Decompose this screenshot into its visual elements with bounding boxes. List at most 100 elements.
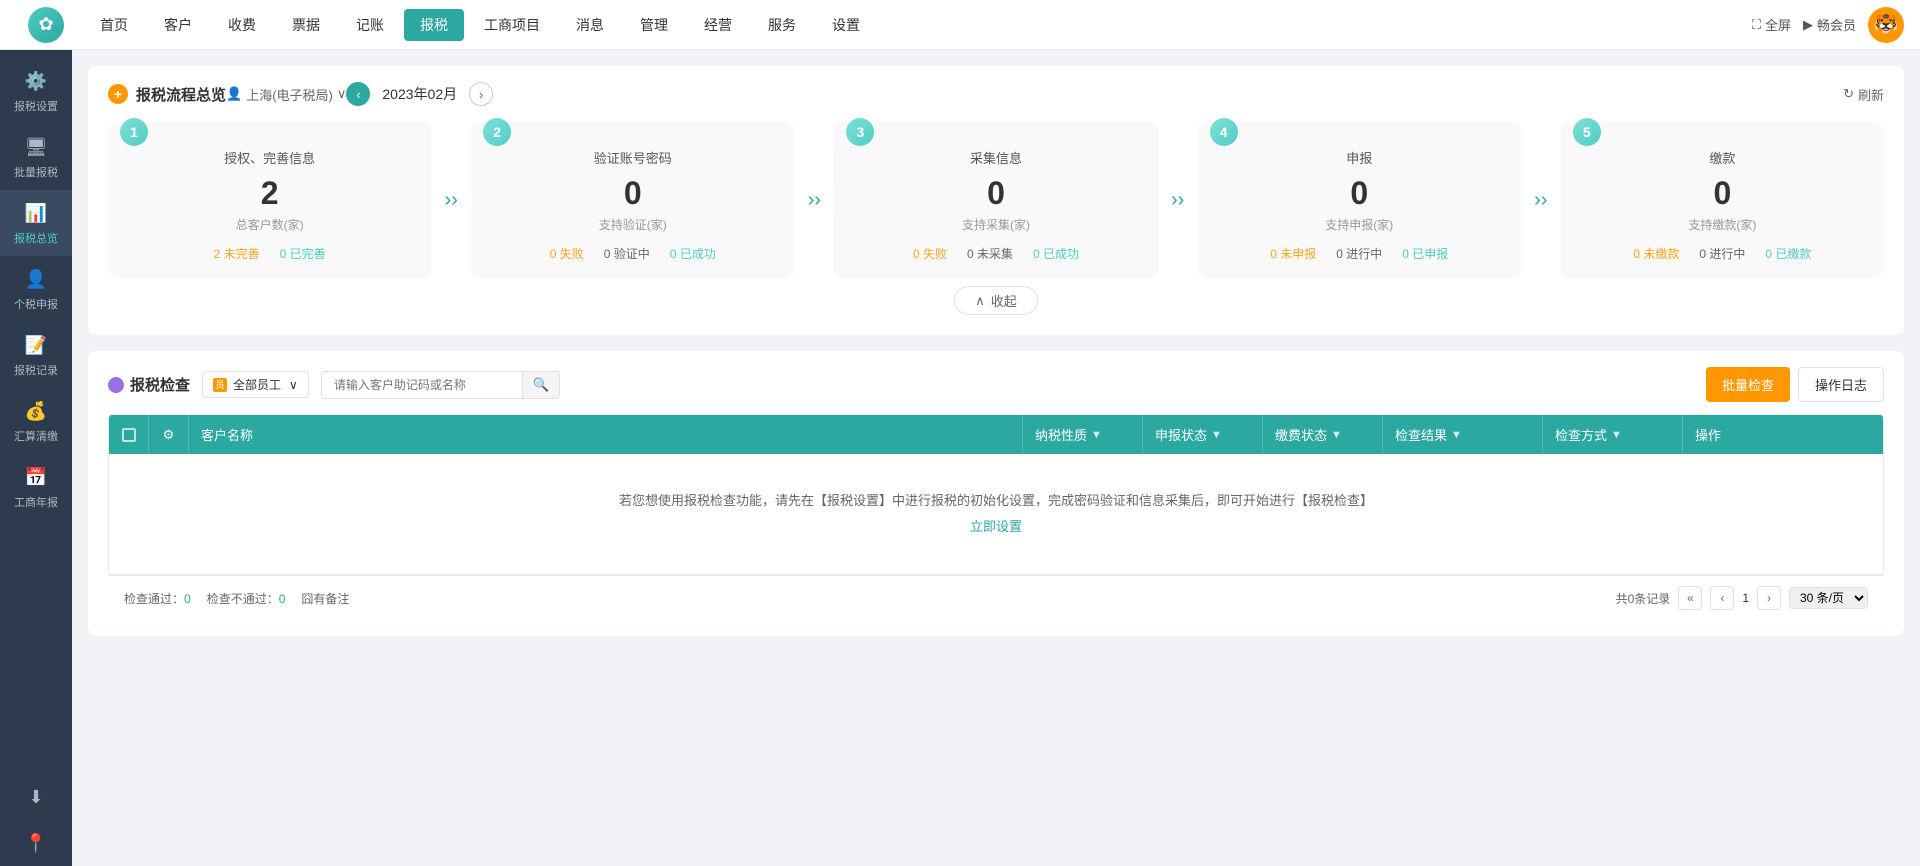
- step-3-stat-2[interactable]: 0 已成功: [1033, 245, 1079, 262]
- header-declare-status[interactable]: 申报状态 ▼: [1143, 415, 1263, 454]
- total-records: 共0条记录: [1616, 590, 1671, 607]
- nav-customer[interactable]: 客户: [148, 9, 208, 41]
- header-check-result[interactable]: 检查结果 ▼: [1383, 415, 1543, 454]
- arrow-1: ››: [431, 122, 471, 278]
- nav-invoice[interactable]: 票据: [276, 9, 336, 41]
- main-content: + 报税流程总览 👤 上海(电子税局) ∨ ‹ 2023年02月 › ↻ 刷新: [72, 50, 1920, 866]
- prev-month-button[interactable]: ‹: [346, 82, 370, 106]
- mascot-avatar: 🐯: [1868, 7, 1904, 43]
- header-operation: 操作: [1683, 415, 1883, 454]
- empty-message: 若您想使用报税检查功能，请先在【报税设置】中进行报税的初始化设置，完成密码验证和…: [619, 488, 1373, 514]
- header-fee-status[interactable]: 缴费状态 ▼: [1263, 415, 1383, 454]
- nav-home[interactable]: 首页: [84, 9, 144, 41]
- per-page-select[interactable]: 30 条/页: [1789, 587, 1868, 609]
- fullscreen-button[interactable]: ⛶ 全屏: [1752, 15, 1791, 34]
- next-month-button[interactable]: ›: [469, 82, 493, 106]
- header-check-method[interactable]: 检查方式 ▼: [1543, 415, 1683, 454]
- search-button[interactable]: 🔍: [522, 372, 560, 398]
- nav-business[interactable]: 工商项目: [468, 9, 556, 41]
- setup-link[interactable]: 立即设置: [970, 514, 1022, 540]
- check-fail-count[interactable]: 0: [279, 592, 286, 606]
- sidebar-item-clearance[interactable]: 💰 汇算清缴: [0, 388, 72, 454]
- gear-icon: ⚙: [163, 427, 175, 443]
- step-3-stat-0[interactable]: 0 失败: [913, 245, 947, 262]
- footer-left: 检查通过：0 检查不通过：0 囧有备注: [124, 590, 349, 607]
- step-4-stat-0[interactable]: 0 未申报: [1270, 245, 1316, 262]
- sidebar-item-personal-tax[interactable]: 👤 个税申报: [0, 256, 72, 322]
- check-section: 报税检查 员 全部员工 ∨ 🔍 批量检查 操作日志: [88, 351, 1904, 636]
- nav-manage[interactable]: 管理: [624, 9, 684, 41]
- sidebar-label-personal-tax: 个税申报: [14, 296, 58, 312]
- nav-service[interactable]: 服务: [752, 9, 812, 41]
- staff-select-label: 全部员工: [233, 376, 281, 393]
- operation-log-button[interactable]: 操作日志: [1798, 367, 1884, 402]
- location-tag[interactable]: 👤 上海(电子税局) ∨: [226, 85, 346, 104]
- check-pass-count[interactable]: 0: [184, 592, 191, 606]
- batch-check-button[interactable]: 批量检查: [1706, 367, 1790, 402]
- sidebar-item-batch-tax[interactable]: 🖥 批量报税: [0, 124, 72, 190]
- orange-plus-icon: +: [108, 84, 128, 104]
- step-1-card: 1 授权、完善信息 2 总客户数(家) 2 未完善 0 已完善: [108, 122, 431, 278]
- first-page-button[interactable]: «: [1678, 586, 1702, 610]
- sidebar-item-annual-report[interactable]: 📅 工商年报: [0, 454, 72, 520]
- nav-settings[interactable]: 设置: [816, 9, 876, 41]
- download-icon: ⬇: [23, 784, 49, 810]
- fullscreen-icon: ⛶: [1752, 17, 1761, 33]
- header-checkbox[interactable]: [109, 415, 149, 454]
- filter-icon-2: ▼: [1211, 429, 1222, 441]
- step-5-subtitle: 支持缴款(家): [1581, 216, 1864, 233]
- filter-icon-4: ▼: [1451, 429, 1462, 441]
- header-customer-name: 客户名称: [189, 415, 1023, 454]
- step-2-stat-0[interactable]: 0 失败: [550, 245, 584, 262]
- step-3-stat-1[interactable]: 0 未采集: [967, 245, 1013, 262]
- step-1-stat-1[interactable]: 0 已完善: [280, 245, 326, 262]
- step-5-stat-2[interactable]: 0 已缴款: [1765, 245, 1811, 262]
- sidebar-item-download[interactable]: ⬇: [0, 774, 72, 820]
- clearance-icon: 💰: [23, 398, 49, 424]
- sidebar-item-tax-settings[interactable]: ⚙️ 报税设置: [0, 58, 72, 124]
- nav-operation[interactable]: 经营: [688, 9, 748, 41]
- step-4-stat-1[interactable]: 0 进行中: [1336, 245, 1382, 262]
- step-2-title: 验证账号密码: [491, 148, 774, 167]
- step-2-stat-2[interactable]: 0 已成功: [670, 245, 716, 262]
- next-page-button[interactable]: ›: [1757, 586, 1781, 610]
- collapse-button[interactable]: ∧ 收起: [954, 286, 1038, 315]
- personal-tax-icon: 👤: [23, 266, 49, 292]
- step-5-count: 0: [1581, 175, 1864, 212]
- header-tax-nature[interactable]: 纳税性质 ▼: [1023, 415, 1143, 454]
- step-4-stat-2[interactable]: 0 已申报: [1402, 245, 1448, 262]
- vip-button[interactable]: ▶ 畅会员: [1803, 15, 1856, 34]
- purple-circle-icon: [108, 377, 124, 393]
- sidebar-label-tax-overview: 报税总览: [14, 230, 58, 246]
- search-input[interactable]: [322, 373, 522, 397]
- nav-tax[interactable]: 报税: [404, 9, 464, 41]
- step-1-stat-0[interactable]: 2 未完善: [214, 245, 260, 262]
- sidebar-item-tax-record[interactable]: 📝 报税记录: [0, 322, 72, 388]
- refresh-button[interactable]: ↻ 刷新: [1843, 85, 1884, 104]
- check-title: 报税检查: [108, 374, 190, 395]
- step-2-stat-1[interactable]: 0 验证中: [604, 245, 650, 262]
- current-page: 1: [1742, 591, 1749, 605]
- staff-select-dropdown[interactable]: 员 全部员工 ∨: [202, 371, 309, 398]
- step-5-stat-0[interactable]: 0 未缴款: [1633, 245, 1679, 262]
- step-4-subtitle: 支持申报(家): [1218, 216, 1501, 233]
- chevron-down-icon: ∨: [337, 86, 347, 102]
- refresh-label: 刷新: [1858, 85, 1884, 104]
- sidebar-label-tax-record: 报税记录: [14, 362, 58, 378]
- step-3-stats: 0 失败 0 未采集 0 已成功: [854, 245, 1137, 262]
- vip-label: 畅会员: [1817, 15, 1856, 34]
- prev-page-button[interactable]: ‹: [1710, 586, 1734, 610]
- step-5-stat-1[interactable]: 0 进行中: [1699, 245, 1745, 262]
- has-note-label: 囧有备注: [301, 590, 349, 607]
- sidebar-item-location[interactable]: 📍: [0, 820, 72, 866]
- nav-message[interactable]: 消息: [560, 9, 620, 41]
- table-body-empty: 若您想使用报税检查功能，请先在【报税设置】中进行报税的初始化设置，完成密码验证和…: [109, 454, 1883, 574]
- nav-fee[interactable]: 收费: [212, 9, 272, 41]
- sidebar-label-clearance: 汇算清缴: [14, 428, 58, 444]
- sidebar-item-tax-overview[interactable]: 📊 报税总览: [0, 190, 72, 256]
- header-gear[interactable]: ⚙: [149, 415, 189, 454]
- nav-bookkeeping[interactable]: 记账: [340, 9, 400, 41]
- nav-menu: 首页 客户 收费 票据 记账 报税 工商项目 消息 管理 经营 服务 设置: [84, 9, 1752, 41]
- check-fail-text: 检查不通过：: [207, 592, 279, 606]
- overview-title: + 报税流程总览: [108, 84, 226, 105]
